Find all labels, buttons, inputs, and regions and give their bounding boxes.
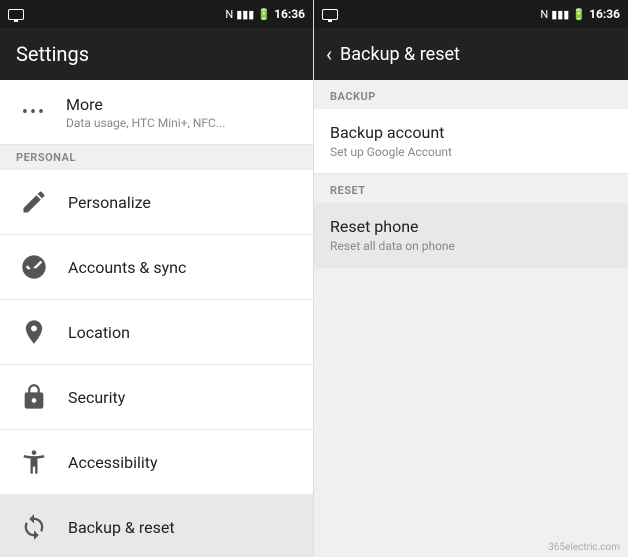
accounts-text: Accounts & sync: [68, 258, 186, 277]
backup-account-subtitle: Set up Google Account: [330, 145, 612, 159]
personalize-title: Personalize: [68, 193, 151, 212]
right-header: ‹ Backup & reset: [314, 28, 628, 80]
reset-section-header: RESET: [314, 174, 628, 203]
accounts-title: Accounts & sync: [68, 258, 186, 277]
right-screen-icon: [322, 9, 338, 20]
location-icon: [16, 314, 52, 350]
security-item[interactable]: Security: [0, 365, 313, 430]
signal-icon: ▮▮▮: [236, 8, 254, 21]
screen-icon: [8, 9, 24, 20]
accessibility-title: Accessibility: [68, 453, 158, 472]
right-signal-icon: ▮▮▮: [551, 8, 569, 21]
backup-reset-text: Backup & reset: [68, 518, 175, 537]
left-status-left: [8, 9, 24, 20]
right-status-right: N ▮▮▮ 🔋 16:36: [540, 7, 620, 21]
reset-phone-item[interactable]: Reset phone Reset all data on phone: [314, 203, 628, 268]
security-text: Security: [68, 388, 125, 407]
accessibility-text: Accessibility: [68, 453, 158, 472]
nfc-icon: N: [225, 8, 233, 21]
watermark: 365electric.com: [548, 542, 620, 553]
backup-section-header: BACKUP: [314, 80, 628, 109]
battery-icon: 🔋: [257, 8, 271, 21]
personalize-item[interactable]: Personalize: [0, 170, 313, 235]
reset-phone-subtitle: Reset all data on phone: [330, 239, 612, 253]
left-status-right: N ▮▮▮ 🔋 16:36: [225, 7, 305, 21]
settings-list: ••• More Data usage, HTC Mini+, NFC... P…: [0, 80, 313, 557]
backup-account-item[interactable]: Backup account Set up Google Account: [314, 109, 628, 174]
left-time: 16:36: [274, 7, 305, 21]
right-nfc-icon: N: [540, 8, 548, 21]
location-text: Location: [68, 323, 130, 342]
more-text-group: More Data usage, HTC Mini+, NFC...: [66, 95, 225, 130]
right-content: BACKUP Backup account Set up Google Acco…: [314, 80, 628, 557]
personalize-text: Personalize: [68, 193, 151, 212]
security-icon: [16, 379, 52, 415]
backup-icon: [16, 509, 52, 545]
back-button[interactable]: ‹: [326, 42, 332, 66]
backup-reset-item[interactable]: Backup & reset: [0, 495, 313, 557]
left-status-bar: N ▮▮▮ 🔋 16:36: [0, 0, 313, 28]
accounts-sync-item[interactable]: Accounts & sync: [0, 235, 313, 300]
accessibility-icon: [16, 444, 52, 480]
accounts-icon: [16, 249, 52, 285]
backup-reset-title: Backup & reset: [68, 518, 175, 537]
left-header: Settings: [0, 28, 313, 80]
right-status-bar: N ▮▮▮ 🔋 16:36: [314, 0, 628, 28]
personal-section-header: PERSONAL: [0, 145, 313, 170]
right-panel: N ▮▮▮ 🔋 16:36 ‹ Backup & reset BACKUP Ba…: [314, 0, 628, 557]
backup-account-title: Backup account: [330, 123, 612, 142]
right-header-title: Backup & reset: [340, 44, 460, 65]
right-status-left: [322, 9, 338, 20]
right-battery-icon: 🔋: [572, 8, 586, 21]
location-title: Location: [68, 323, 130, 342]
security-title: Security: [68, 388, 125, 407]
location-item[interactable]: Location: [0, 300, 313, 365]
more-dots-icon: •••: [16, 94, 52, 130]
left-panel: N ▮▮▮ 🔋 16:36 Settings ••• More Data usa…: [0, 0, 314, 557]
personalize-icon: [16, 184, 52, 220]
left-header-title: Settings: [16, 42, 89, 66]
reset-phone-title: Reset phone: [330, 217, 612, 236]
more-subtitle: Data usage, HTC Mini+, NFC...: [66, 116, 225, 130]
accessibility-item[interactable]: Accessibility: [0, 430, 313, 495]
more-title: More: [66, 95, 225, 114]
right-time: 16:36: [589, 7, 620, 21]
more-item[interactable]: ••• More Data usage, HTC Mini+, NFC...: [0, 80, 313, 145]
